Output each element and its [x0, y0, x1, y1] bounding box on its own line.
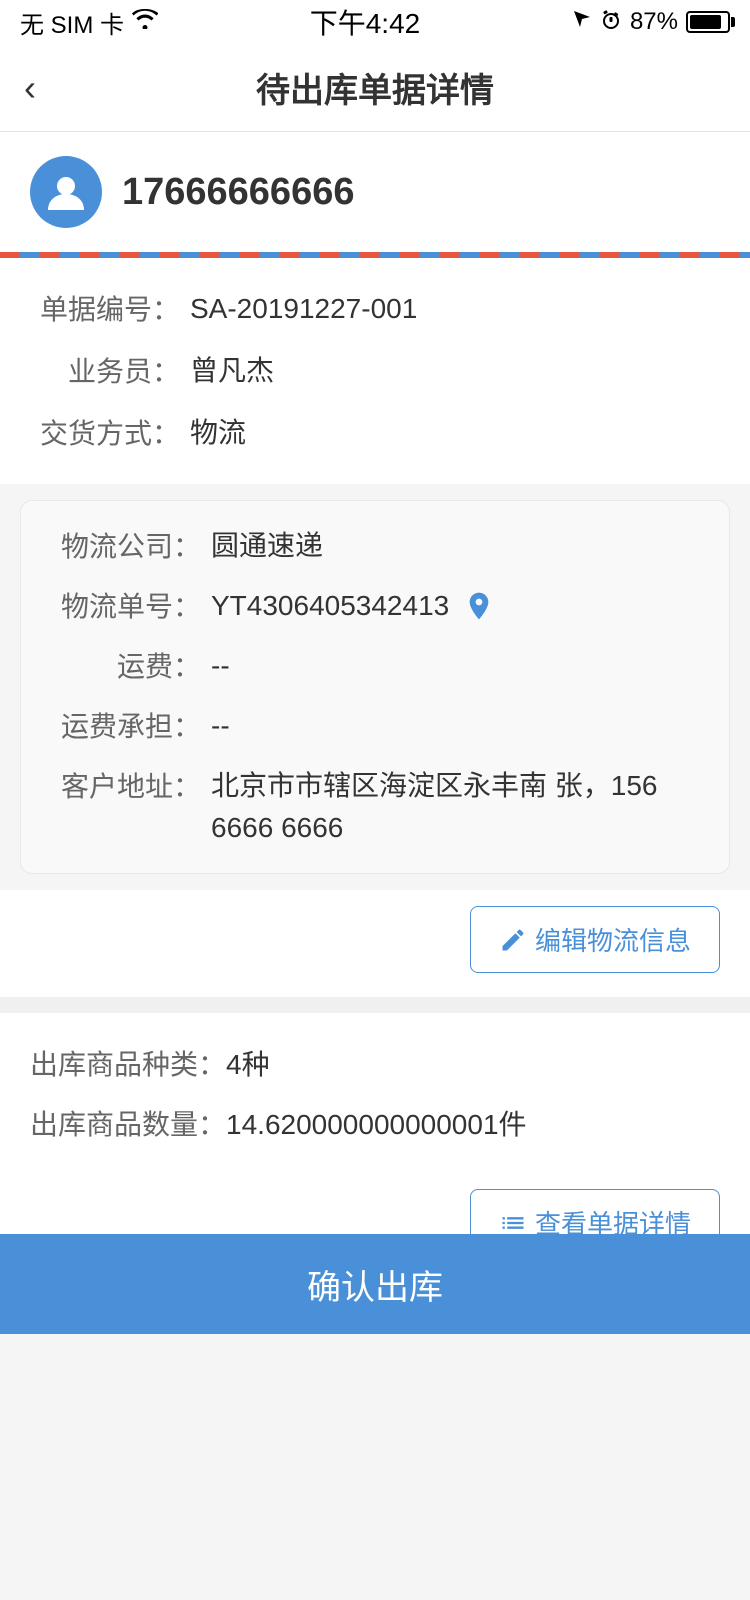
agent-label: 业务员：: [30, 350, 180, 390]
location-status-icon: [572, 8, 592, 36]
status-right: 87%: [572, 8, 730, 36]
delivery-row: 交货方式： 物流: [30, 412, 720, 454]
goods-quantity-row: 出库商品数量： 14.620000000000001件: [30, 1103, 720, 1143]
battery-percent: 87%: [630, 8, 678, 36]
edit-icon: [499, 926, 527, 954]
logistics-company-row: 物流公司： 圆通速递: [51, 525, 699, 567]
doc-number-value: SA-20191227-001: [190, 288, 720, 330]
doc-number-row: 单据编号： SA-20191227-001: [30, 288, 720, 330]
logistics-card: 物流公司： 圆通速递 物流单号： YT4306405342413 运费： -- …: [20, 500, 730, 874]
goods-quantity-label: 出库商品数量：: [30, 1103, 226, 1143]
status-time: 下午4:42: [310, 2, 421, 42]
freight-bearer-value: --: [211, 705, 699, 747]
address-row: 客户地址： 北京市市辖区海淀区永丰南 张，156 6666 6666: [51, 765, 699, 849]
confirm-button-area[interactable]: 确认出库: [0, 1234, 750, 1334]
delivery-value: 物流: [190, 412, 720, 454]
page-title: 待出库单据详情: [256, 63, 494, 112]
edit-btn-container: 编辑物流信息: [0, 890, 750, 997]
address-label: 客户地址：: [51, 765, 201, 805]
logistics-tracking-value: YT4306405342413: [211, 585, 699, 627]
edit-logistics-button[interactable]: 编辑物流信息: [470, 906, 720, 973]
goods-quantity-value: 14.620000000000001件: [226, 1103, 720, 1143]
goods-types-value: 4种: [226, 1043, 720, 1083]
user-phone: 17666666666: [122, 171, 354, 214]
back-button[interactable]: ‹: [24, 67, 36, 109]
goods-types-row: 出库商品种类： 4种: [30, 1043, 720, 1083]
logistics-tracking-row: 物流单号： YT4306405342413: [51, 585, 699, 627]
freight-bearer-row: 运费承担： --: [51, 705, 699, 747]
logistics-company-value: 圆通速递: [211, 525, 699, 567]
doc-number-label: 单据编号：: [30, 288, 180, 328]
avatar: [30, 156, 102, 228]
wifi-icon: [132, 8, 158, 36]
freight-row: 运费： --: [51, 645, 699, 687]
agent-row: 业务员： 曾凡杰: [30, 350, 720, 392]
goods-section: 出库商品种类： 4种 出库商品数量： 14.620000000000001件: [0, 1013, 750, 1173]
agent-value: 曾凡杰: [190, 350, 720, 392]
confirm-button-label: 确认出库: [307, 1260, 443, 1309]
list-icon: [499, 1209, 527, 1237]
user-header: 17666666666: [0, 132, 750, 252]
freight-value: --: [211, 645, 699, 687]
status-left: 无 SIM 卡: [20, 5, 158, 40]
basic-info-section: 单据编号： SA-20191227-001 业务员： 曾凡杰 交货方式： 物流: [0, 258, 750, 484]
tracking-location-icon[interactable]: [461, 588, 497, 624]
address-value: 北京市市辖区海淀区永丰南 张，156 6666 6666: [211, 765, 699, 849]
freight-bearer-label: 运费承担：: [51, 705, 201, 745]
edit-logistics-label: 编辑物流信息: [535, 921, 691, 958]
battery-icon: [686, 11, 730, 33]
status-bar: 无 SIM 卡 下午4:42 87%: [0, 0, 750, 44]
content: 17666666666 单据编号： SA-20191227-001 业务员： 曾…: [0, 132, 750, 1600]
nav-bar: ‹ 待出库单据详情: [0, 44, 750, 132]
freight-label: 运费：: [51, 645, 201, 685]
goods-types-label: 出库商品种类：: [30, 1043, 226, 1083]
delivery-label: 交货方式：: [30, 412, 180, 452]
carrier-label: 无 SIM 卡: [20, 5, 124, 40]
section-divider: [0, 997, 750, 1013]
logistics-company-label: 物流公司：: [51, 525, 201, 565]
tracking-number: YT4306405342413: [211, 585, 449, 627]
logistics-tracking-label: 物流单号：: [51, 585, 201, 625]
alarm-icon: [600, 8, 622, 36]
